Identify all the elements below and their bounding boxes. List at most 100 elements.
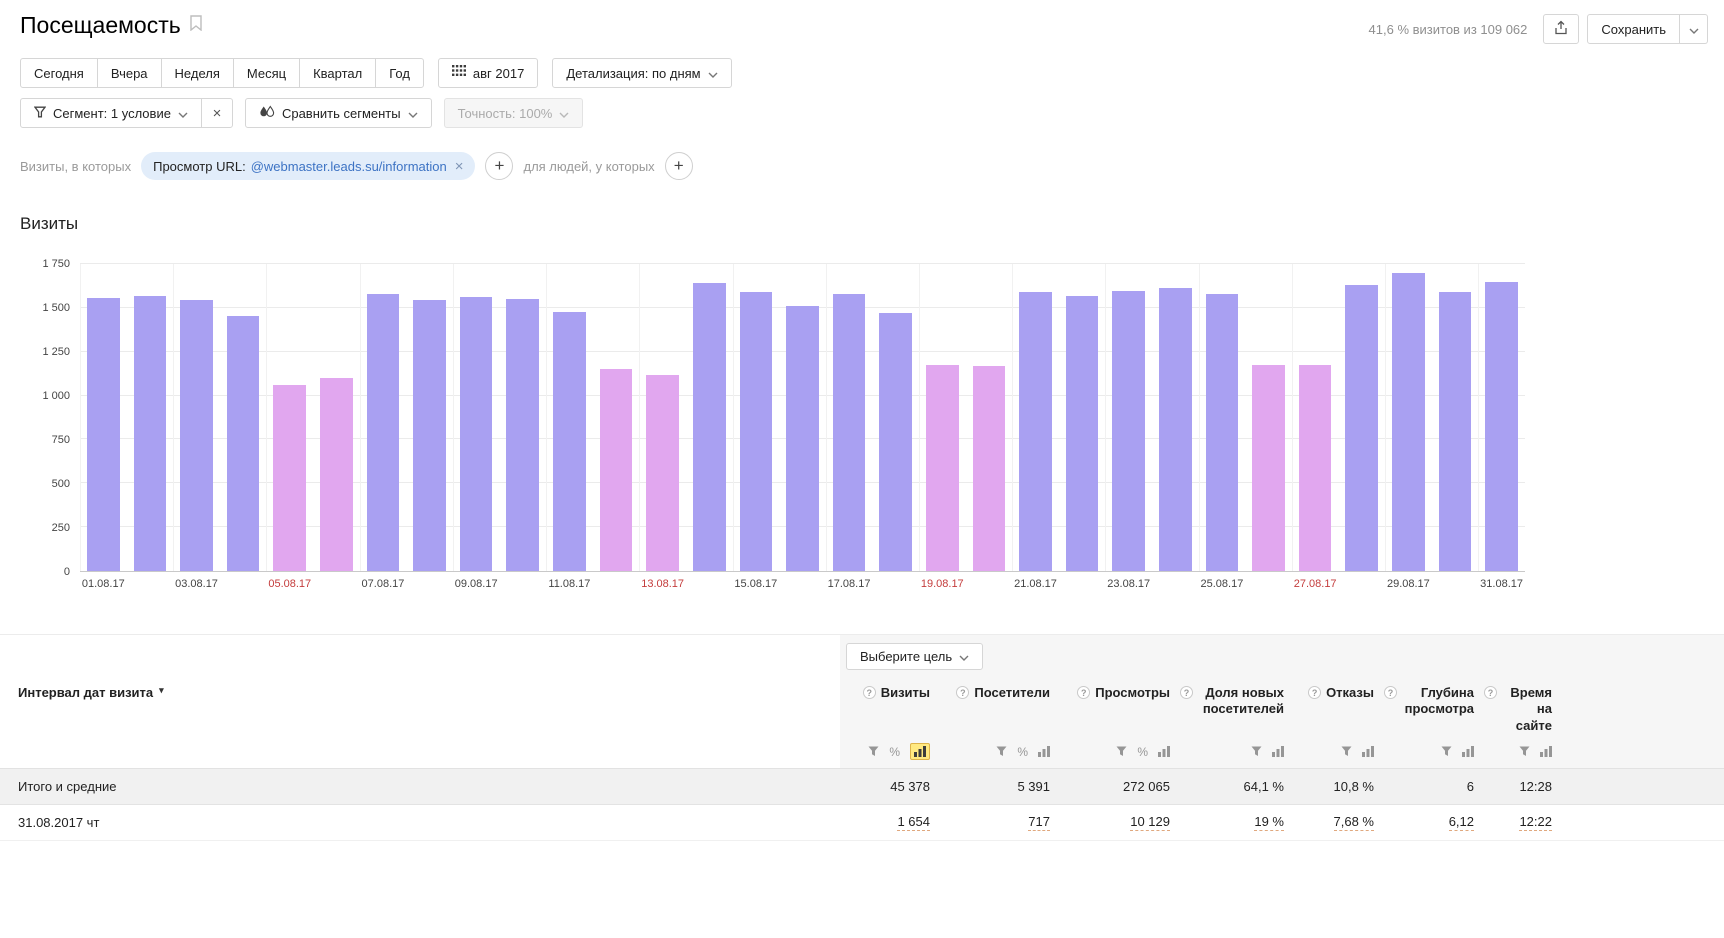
chart-bar[interactable] — [1252, 364, 1285, 571]
chart-bar[interactable] — [1392, 272, 1425, 571]
chart-slot — [220, 264, 267, 571]
filter-tool-icon[interactable] — [868, 746, 879, 757]
help-icon[interactable]: ? — [1484, 686, 1497, 699]
column-header[interactable]: ? Доля новых посетителей — [1180, 677, 1294, 735]
help-icon[interactable]: ? — [1308, 686, 1322, 699]
filter-tool-icon[interactable] — [1116, 746, 1127, 757]
metric-value[interactable]: 12:22 — [1519, 814, 1552, 831]
chart-tool-icon[interactable] — [1540, 746, 1552, 757]
chart-bar[interactable] — [1159, 287, 1192, 571]
percent-tool-icon[interactable]: % — [889, 745, 900, 759]
chart-bar[interactable] — [1438, 292, 1472, 571]
select-goal-button[interactable]: Выберите цель — [846, 642, 984, 670]
calendar-label: авг 2017 — [472, 65, 525, 81]
accuracy-button[interactable]: Точность: 100% — [443, 98, 584, 128]
segment-button[interactable]: Сегмент: 1 условие — [20, 98, 202, 128]
chip-remove-icon[interactable]: × — [455, 158, 464, 175]
metric-value[interactable]: 10 129 — [1130, 814, 1170, 831]
export-button[interactable] — [1543, 14, 1580, 44]
period-button-2[interactable]: Вчера — [96, 58, 162, 88]
date-interval-header[interactable]: Интервал дат визита ▾ — [0, 677, 840, 735]
chart-tool-icon[interactable] — [910, 743, 930, 760]
chart-bar[interactable] — [879, 313, 912, 571]
period-toolbar: Сегодня Вчера Неделя Месяц Квартал Год авг 20… — [20, 58, 1724, 88]
chart-bar[interactable] — [1345, 285, 1379, 571]
chart-bar[interactable] — [413, 299, 446, 571]
column-header[interactable]: ? Визиты — [840, 677, 940, 735]
chart-tool-icon[interactable] — [1462, 746, 1474, 757]
chart-bar[interactable] — [1205, 293, 1239, 571]
period-button-1[interactable]: Сегодня — [20, 58, 98, 88]
chart-tool-icon[interactable] — [1272, 746, 1284, 757]
column-header[interactable]: ? Время на сайте — [1484, 677, 1562, 735]
chart-bar[interactable] — [646, 374, 679, 571]
percent-tool-icon[interactable]: % — [1017, 745, 1028, 759]
percent-tool-icon[interactable]: % — [1137, 745, 1148, 759]
chart-bar[interactable] — [1485, 282, 1518, 571]
help-icon[interactable]: ? — [1384, 686, 1397, 699]
chart-bar[interactable] — [832, 293, 866, 571]
metric-value[interactable]: 7,68 % — [1333, 814, 1374, 831]
segment-clear-button[interactable]: × — [200, 98, 233, 128]
calendar-button[interactable]: авг 2017 — [437, 58, 539, 88]
chart-bar[interactable] — [1065, 296, 1099, 571]
period-button-5[interactable]: Квартал — [299, 58, 377, 88]
chart-bar[interactable] — [692, 283, 726, 571]
chart-bar[interactable] — [739, 292, 773, 571]
chart-bar[interactable] — [180, 299, 213, 571]
chart-bar[interactable] — [320, 378, 353, 571]
chart-bar[interactable] — [226, 315, 260, 571]
filter-tool-icon[interactable] — [1519, 746, 1530, 757]
filter-tool-icon[interactable] — [1341, 746, 1352, 757]
metric-value[interactable]: 1 654 — [897, 814, 930, 831]
chart-bar[interactable] — [553, 312, 586, 571]
chart-bar[interactable] — [273, 385, 307, 571]
column-header[interactable]: ? Отказы — [1294, 677, 1384, 735]
chart-bar[interactable] — [459, 297, 493, 571]
compare-segments-button[interactable]: Сравнить сегменты — [244, 98, 432, 128]
filter-tool-icon[interactable] — [996, 746, 1007, 757]
chart-bar[interactable] — [1019, 292, 1052, 571]
chart-bar[interactable] — [506, 299, 540, 571]
chart-tool-icon[interactable] — [1038, 746, 1050, 757]
help-icon[interactable]: ? — [956, 686, 970, 699]
chart-bar[interactable] — [599, 369, 633, 571]
help-icon[interactable]: ? — [1180, 686, 1193, 699]
chart-bar[interactable] — [1112, 291, 1146, 571]
chart-bar[interactable] — [972, 365, 1006, 571]
column-header[interactable]: ? Глубина просмотра — [1384, 677, 1484, 735]
add-visit-condition-button[interactable]: + — [485, 152, 514, 180]
chart-bar[interactable] — [133, 295, 167, 571]
period-button-4[interactable]: Месяц — [232, 58, 301, 88]
help-icon[interactable]: ? — [862, 686, 876, 699]
save-dropdown-button[interactable] — [1680, 14, 1708, 44]
chart-bar[interactable] — [86, 298, 120, 571]
chart-tool-icon[interactable] — [1362, 746, 1374, 757]
url-filter-chip[interactable]: Просмотр URL: @webmaster.leads.su/inform… — [141, 152, 476, 180]
calendar-grid-icon — [451, 65, 466, 81]
chart-bar[interactable] — [1298, 364, 1332, 571]
save-button[interactable]: Сохранить — [1587, 14, 1680, 44]
chip-url-link[interactable]: @webmaster.leads.su/information — [251, 159, 447, 174]
add-people-condition-button[interactable]: + — [664, 152, 693, 180]
chart-bar[interactable] — [366, 293, 400, 571]
bookmark-icon[interactable] — [190, 15, 202, 36]
help-icon[interactable]: ? — [1077, 686, 1091, 699]
column-header[interactable]: ? Посетители — [940, 677, 1060, 735]
metric-value[interactable]: 19 % — [1254, 814, 1284, 831]
row-date-label[interactable]: 31.08.2017 чт — [0, 805, 840, 840]
filter-tool-icon[interactable] — [1441, 746, 1452, 757]
column-header[interactable]: ? Просмотры — [1060, 677, 1180, 735]
chart-bar[interactable] — [786, 306, 819, 571]
period-button-3[interactable]: Неделя — [160, 58, 234, 88]
x-axis-tick: 27.08.17 — [1293, 578, 1337, 590]
detalization-button[interactable]: Детализация: по дням — [552, 58, 732, 88]
chart-tool-icon[interactable] — [1158, 746, 1170, 757]
metric-value[interactable]: 6,12 — [1448, 814, 1474, 831]
x-axis: 01.08.17 03.08.17 05.08.17 07.08.17 09.08.17… — [80, 578, 1525, 590]
metric-value[interactable]: 717 — [1028, 814, 1050, 831]
chart-slot — [266, 264, 313, 571]
filter-tool-icon[interactable] — [1251, 746, 1262, 757]
period-button-6[interactable]: Год — [375, 58, 424, 88]
chart-bar[interactable] — [925, 364, 959, 571]
